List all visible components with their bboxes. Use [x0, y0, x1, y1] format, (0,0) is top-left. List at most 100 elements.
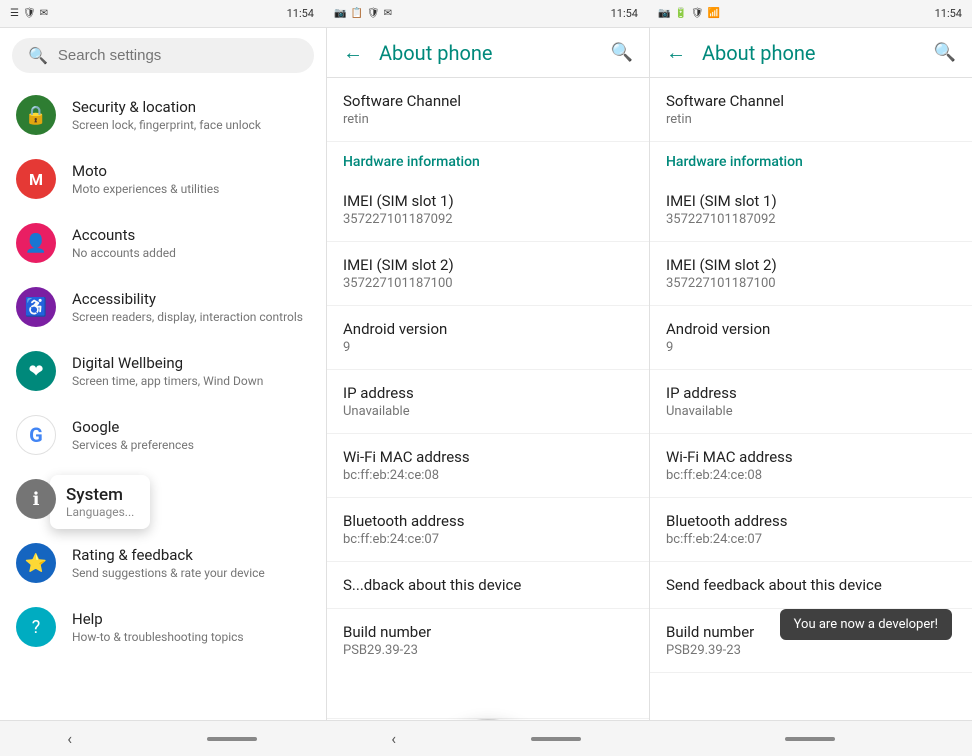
about-item-build-1[interactable]: Build number PSB29.39-23: [327, 609, 649, 719]
ip-value-2: Unavailable: [666, 404, 956, 419]
search-input[interactable]: [58, 47, 298, 64]
main-layout: 🔍 🔒 Security & location Screen lock, fin…: [0, 28, 972, 720]
help-title: Help: [72, 610, 310, 628]
back-button-2[interactable]: ←: [666, 40, 686, 65]
status-bar-left: ☰ 🛡 ✉ 11:54: [0, 7, 324, 20]
nav-back-left[interactable]: ‹: [67, 729, 72, 748]
about-item-ip-1[interactable]: IP address Unavailable: [327, 370, 649, 434]
status-icons-mid: 📷 📋 🛡 ✉: [334, 8, 392, 19]
about-item-imei1-2[interactable]: IMEI (SIM slot 1) 357227101187092: [650, 178, 972, 242]
software-channel-value-2: retin: [666, 112, 956, 127]
about-item-imei2-2[interactable]: IMEI (SIM slot 2) 357227101187100: [650, 242, 972, 306]
icon-shield-right: 🛡: [691, 8, 704, 19]
nav-pill-mid: [531, 737, 581, 741]
about-item-bluetooth-2[interactable]: Bluetooth address bc:ff:eb:24:ce:07: [650, 498, 972, 562]
help-subtitle: How-to & troubleshooting topics: [72, 630, 310, 644]
accounts-subtitle: No accounts added: [72, 246, 310, 260]
nav-back-mid[interactable]: ‹: [391, 729, 396, 748]
security-icon: 🔒: [16, 95, 56, 135]
icon-message-mid: ✉: [384, 8, 392, 19]
about-item-feedback-2[interactable]: Send feedback about this device: [650, 562, 972, 609]
about-list-1: Software Channel retin Hardware informat…: [327, 78, 649, 720]
status-icons-right: 📷 🔋 🛡 📶: [658, 8, 720, 19]
search-icon-header-2[interactable]: 🔍: [934, 42, 956, 63]
about-item-software-channel-1[interactable]: Software Channel retin: [327, 78, 649, 142]
moto-subtitle: Moto experiences & utilities: [72, 182, 310, 196]
hardware-info-title-2: Hardware information: [666, 154, 956, 170]
security-subtitle: Screen lock, fingerprint, face unlock: [72, 118, 310, 132]
security-title: Security & location: [72, 98, 310, 116]
sidebar-item-security[interactable]: 🔒 Security & location Screen lock, finge…: [0, 83, 326, 147]
icon-signal-right: 📶: [708, 8, 720, 19]
about-item-android-1[interactable]: Android version 9: [327, 306, 649, 370]
build-value-2: PSB29.39-23: [666, 643, 956, 658]
software-channel-title-2: Software Channel: [666, 92, 956, 110]
icon-message: ✉: [40, 8, 48, 19]
time-left: 11:54: [287, 7, 314, 20]
wifi-title-1: Wi-Fi MAC address: [343, 448, 633, 466]
software-channel-title-1: Software Channel: [343, 92, 633, 110]
about-item-imei2-1[interactable]: IMEI (SIM slot 2) 357227101187100: [327, 242, 649, 306]
android-title-1: Android version: [343, 320, 633, 338]
about-title-2: About phone: [702, 41, 918, 65]
imei2-value-2: 357227101187100: [666, 276, 956, 291]
sidebar-item-google[interactable]: G Google Services & preferences: [0, 403, 326, 467]
time-mid: 11:54: [611, 7, 638, 20]
moto-icon: M: [16, 159, 56, 199]
android-value-1: 9: [343, 340, 633, 355]
bluetooth-value-2: bc:ff:eb:24:ce:07: [666, 532, 956, 547]
icon-battery-right: 🔋: [674, 8, 686, 19]
about-item-imei1-1[interactable]: IMEI (SIM slot 1) 357227101187092: [327, 178, 649, 242]
system-tooltip-title: System: [66, 485, 134, 505]
hardware-info-header-1: Hardware information: [327, 142, 649, 178]
back-button-1[interactable]: ←: [343, 40, 363, 65]
sidebar-item-wellbeing[interactable]: ❤ Digital Wellbeing Screen time, app tim…: [0, 339, 326, 403]
about-item-ip-2[interactable]: IP address Unavailable: [650, 370, 972, 434]
status-bar-mid: 📷 📋 🛡 ✉ 11:54: [324, 7, 648, 20]
bluetooth-title-1: Bluetooth address: [343, 512, 633, 530]
sidebar-item-rating[interactable]: ⭐ Rating & feedback Send suggestions & r…: [0, 531, 326, 595]
feedback-title-2: Send feedback about this device: [666, 576, 956, 594]
google-title: Google: [72, 418, 310, 436]
about-item-wifi-2[interactable]: Wi-Fi MAC address bc:ff:eb:24:ce:08: [650, 434, 972, 498]
toast-notification: You are now a developer!: [780, 609, 952, 640]
icon-menu: ☰: [10, 8, 19, 19]
about-item-android-2[interactable]: Android version 9: [650, 306, 972, 370]
ip-title-1: IP address: [343, 384, 633, 402]
feedback-title-1: S...dback about this device: [343, 576, 633, 594]
about-title-1: About phone: [379, 41, 595, 65]
nav-pill-right: [785, 737, 835, 741]
about-item-software-channel-2[interactable]: Software Channel retin: [650, 78, 972, 142]
wifi-value-2: bc:ff:eb:24:ce:08: [666, 468, 956, 483]
search-icon-header-1[interactable]: 🔍: [611, 42, 633, 63]
rating-title: Rating & feedback: [72, 546, 310, 564]
about-item-bluetooth-1[interactable]: Bluetooth address bc:ff:eb:24:ce:07: [327, 498, 649, 562]
google-icon: G: [16, 415, 56, 455]
imei1-value-1: 357227101187092: [343, 212, 633, 227]
nav-section-right: [648, 737, 972, 741]
about-panel-2: ← About phone 🔍 Software Channel retin H…: [650, 28, 972, 720]
hardware-info-title-1: Hardware information: [343, 154, 633, 170]
sidebar-item-moto[interactable]: M Moto Moto experiences & utilities: [0, 147, 326, 211]
search-bar[interactable]: 🔍: [12, 38, 314, 73]
sidebar-item-accounts[interactable]: 👤 Accounts No accounts added: [0, 211, 326, 275]
sidebar-item-help[interactable]: ? Help How-to & troubleshooting topics: [0, 595, 326, 659]
about-item-feedback-1[interactable]: S...dback about this device: [327, 562, 649, 609]
accessibility-title: Accessibility: [72, 290, 310, 308]
imei1-title-2: IMEI (SIM slot 1): [666, 192, 956, 210]
software-channel-value-1: retin: [343, 112, 633, 127]
nav-section-left: ‹: [0, 729, 324, 748]
search-icon: 🔍: [28, 46, 48, 65]
sidebar-item-system[interactable]: System Languages... ℹ System Languages, …: [0, 467, 326, 531]
status-bar: ☰ 🛡 ✉ 11:54 📷 📋 🛡 ✉ 11:54 📷 🔋 🛡 📶 11:54: [0, 0, 972, 28]
imei1-title-1: IMEI (SIM slot 1): [343, 192, 633, 210]
imei2-title-2: IMEI (SIM slot 2): [666, 256, 956, 274]
wifi-title-2: Wi-Fi MAC address: [666, 448, 956, 466]
hardware-info-header-2: Hardware information: [650, 142, 972, 178]
sidebar-item-accessibility[interactable]: ♿ Accessibility Screen readers, display,…: [0, 275, 326, 339]
icon-shield-mid: 🛡: [367, 8, 380, 19]
icon-shield: 🛡: [23, 8, 36, 19]
icon-camera-mid: 📷: [334, 8, 346, 19]
wellbeing-title: Digital Wellbeing: [72, 354, 310, 372]
about-item-wifi-1[interactable]: Wi-Fi MAC address bc:ff:eb:24:ce:08: [327, 434, 649, 498]
